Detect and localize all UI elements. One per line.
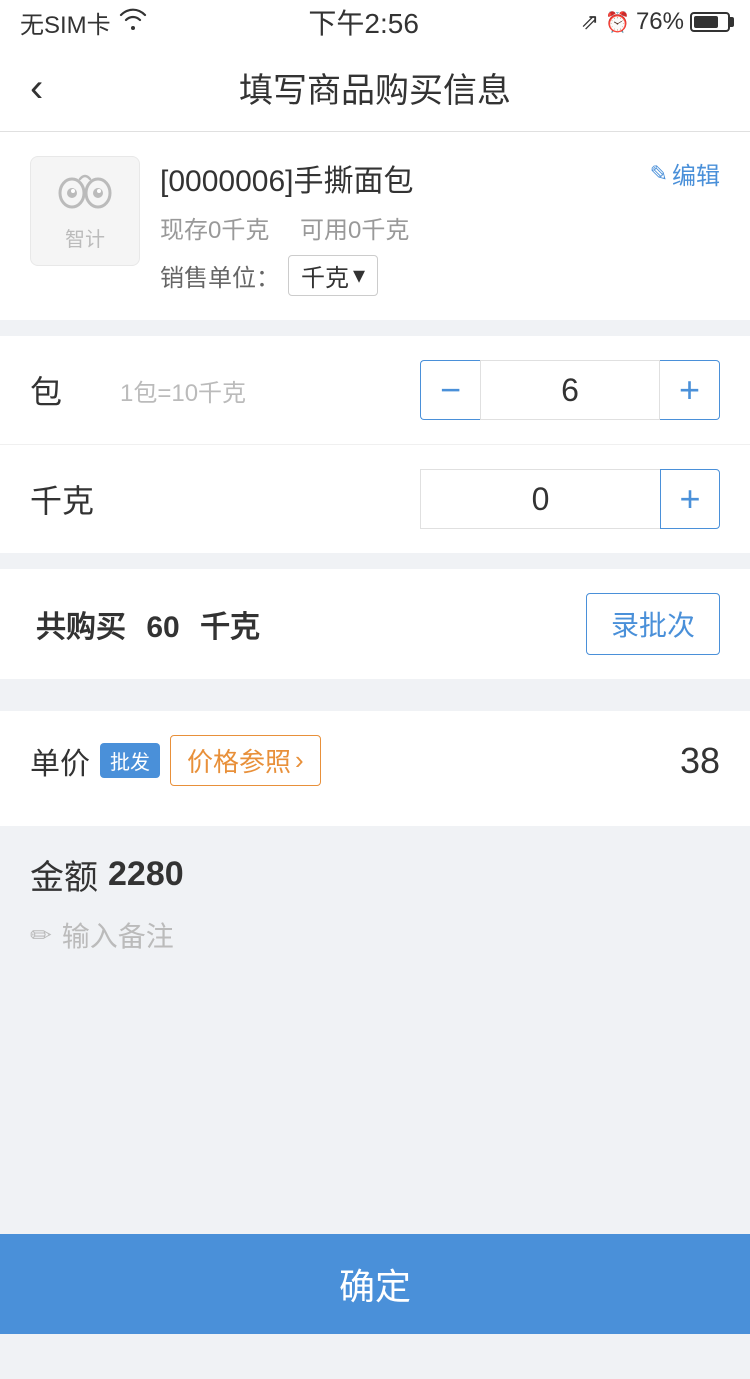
total-text: 共购买 60 千克	[30, 602, 266, 646]
bag-hint: 1包=10千克	[120, 373, 420, 408]
price-section: 单价 批发 价格参照 › 38	[0, 711, 750, 826]
unit-dropdown[interactable]: 千克 ▾	[288, 255, 378, 296]
batch-button[interactable]: 录批次	[586, 593, 720, 655]
wifi-icon	[119, 8, 147, 37]
remark-row[interactable]: ✏ 输入备注	[30, 915, 720, 955]
product-card: 智计 [0000006]手撕面包 ✎ 编辑 现存0千克 可用0千克 销售单位：	[0, 132, 750, 320]
product-stock: 现存0千克 可用0千克	[160, 210, 720, 245]
bag-increment-button[interactable]: +	[660, 360, 720, 420]
page-title: 填写商品购买信息	[239, 63, 511, 112]
pencil-icon: ✏	[30, 920, 52, 951]
amount-row: 金额 2280	[30, 850, 720, 899]
price-row: 单价 批发 价格参照 › 38	[30, 735, 720, 786]
status-left: 无SIM卡	[20, 5, 147, 40]
remark-placeholder: 输入备注	[62, 915, 174, 955]
status-bar: 无SIM卡 下午2:56 ⇗ ⏰ 76%	[0, 0, 750, 44]
nav-bar: ‹ 填写商品购买信息	[0, 44, 750, 132]
edit-icon: ✎	[650, 161, 668, 187]
battery-icon	[690, 12, 730, 32]
product-unit: 销售单位： 千克 ▾	[160, 255, 720, 296]
carrier-label: 无SIM卡	[20, 5, 111, 40]
amount-section: 金额 2280 ✏ 输入备注	[0, 826, 750, 979]
amount-label: 金额	[30, 850, 98, 899]
kg-controls: +	[420, 469, 720, 529]
alarm-icon: ⏰	[605, 10, 630, 35]
product-info: [0000006]手撕面包 ✎ 编辑 现存0千克 可用0千克 销售单位： 千克 …	[160, 156, 720, 296]
bag-controls: − +	[420, 360, 720, 420]
status-right: ⇗ ⏰ 76%	[581, 8, 730, 36]
total-row: 共购买 60 千克 录批次	[0, 569, 750, 679]
price-ref-button[interactable]: 价格参照 ›	[170, 735, 321, 786]
confirm-button[interactable]: 确定	[0, 1234, 750, 1334]
logo-text: 智计	[65, 223, 105, 252]
bag-input[interactable]	[480, 360, 660, 420]
amount-value: 2280	[108, 855, 184, 894]
kg-input[interactable]	[420, 469, 660, 529]
product-name: [0000006]手撕面包	[160, 156, 413, 200]
location-icon: ⇗	[581, 9, 599, 35]
kg-label: 千克	[30, 476, 110, 522]
pifa-badge: 批发	[100, 743, 160, 778]
product-thumbnail: 智计	[30, 156, 140, 266]
separator-1	[0, 695, 750, 711]
price-label: 单价 批发 价格参照 ›	[30, 735, 321, 786]
bag-label: 包	[30, 367, 110, 413]
bag-row: 包 1包=10千克 − +	[0, 336, 750, 445]
kg-increment-button[interactable]: +	[660, 469, 720, 529]
edit-button[interactable]: ✎ 编辑	[650, 156, 720, 191]
bag-decrement-button[interactable]: −	[420, 360, 480, 420]
status-time: 下午2:56	[308, 2, 419, 42]
battery-percent: 76%	[636, 8, 684, 36]
kg-row: 千克 +	[0, 445, 750, 553]
input-section: 包 1包=10千克 − + 千克 +	[0, 336, 750, 553]
back-button[interactable]: ‹	[30, 68, 43, 108]
price-value: 38	[680, 740, 720, 782]
product-logo: 智计	[58, 171, 112, 252]
